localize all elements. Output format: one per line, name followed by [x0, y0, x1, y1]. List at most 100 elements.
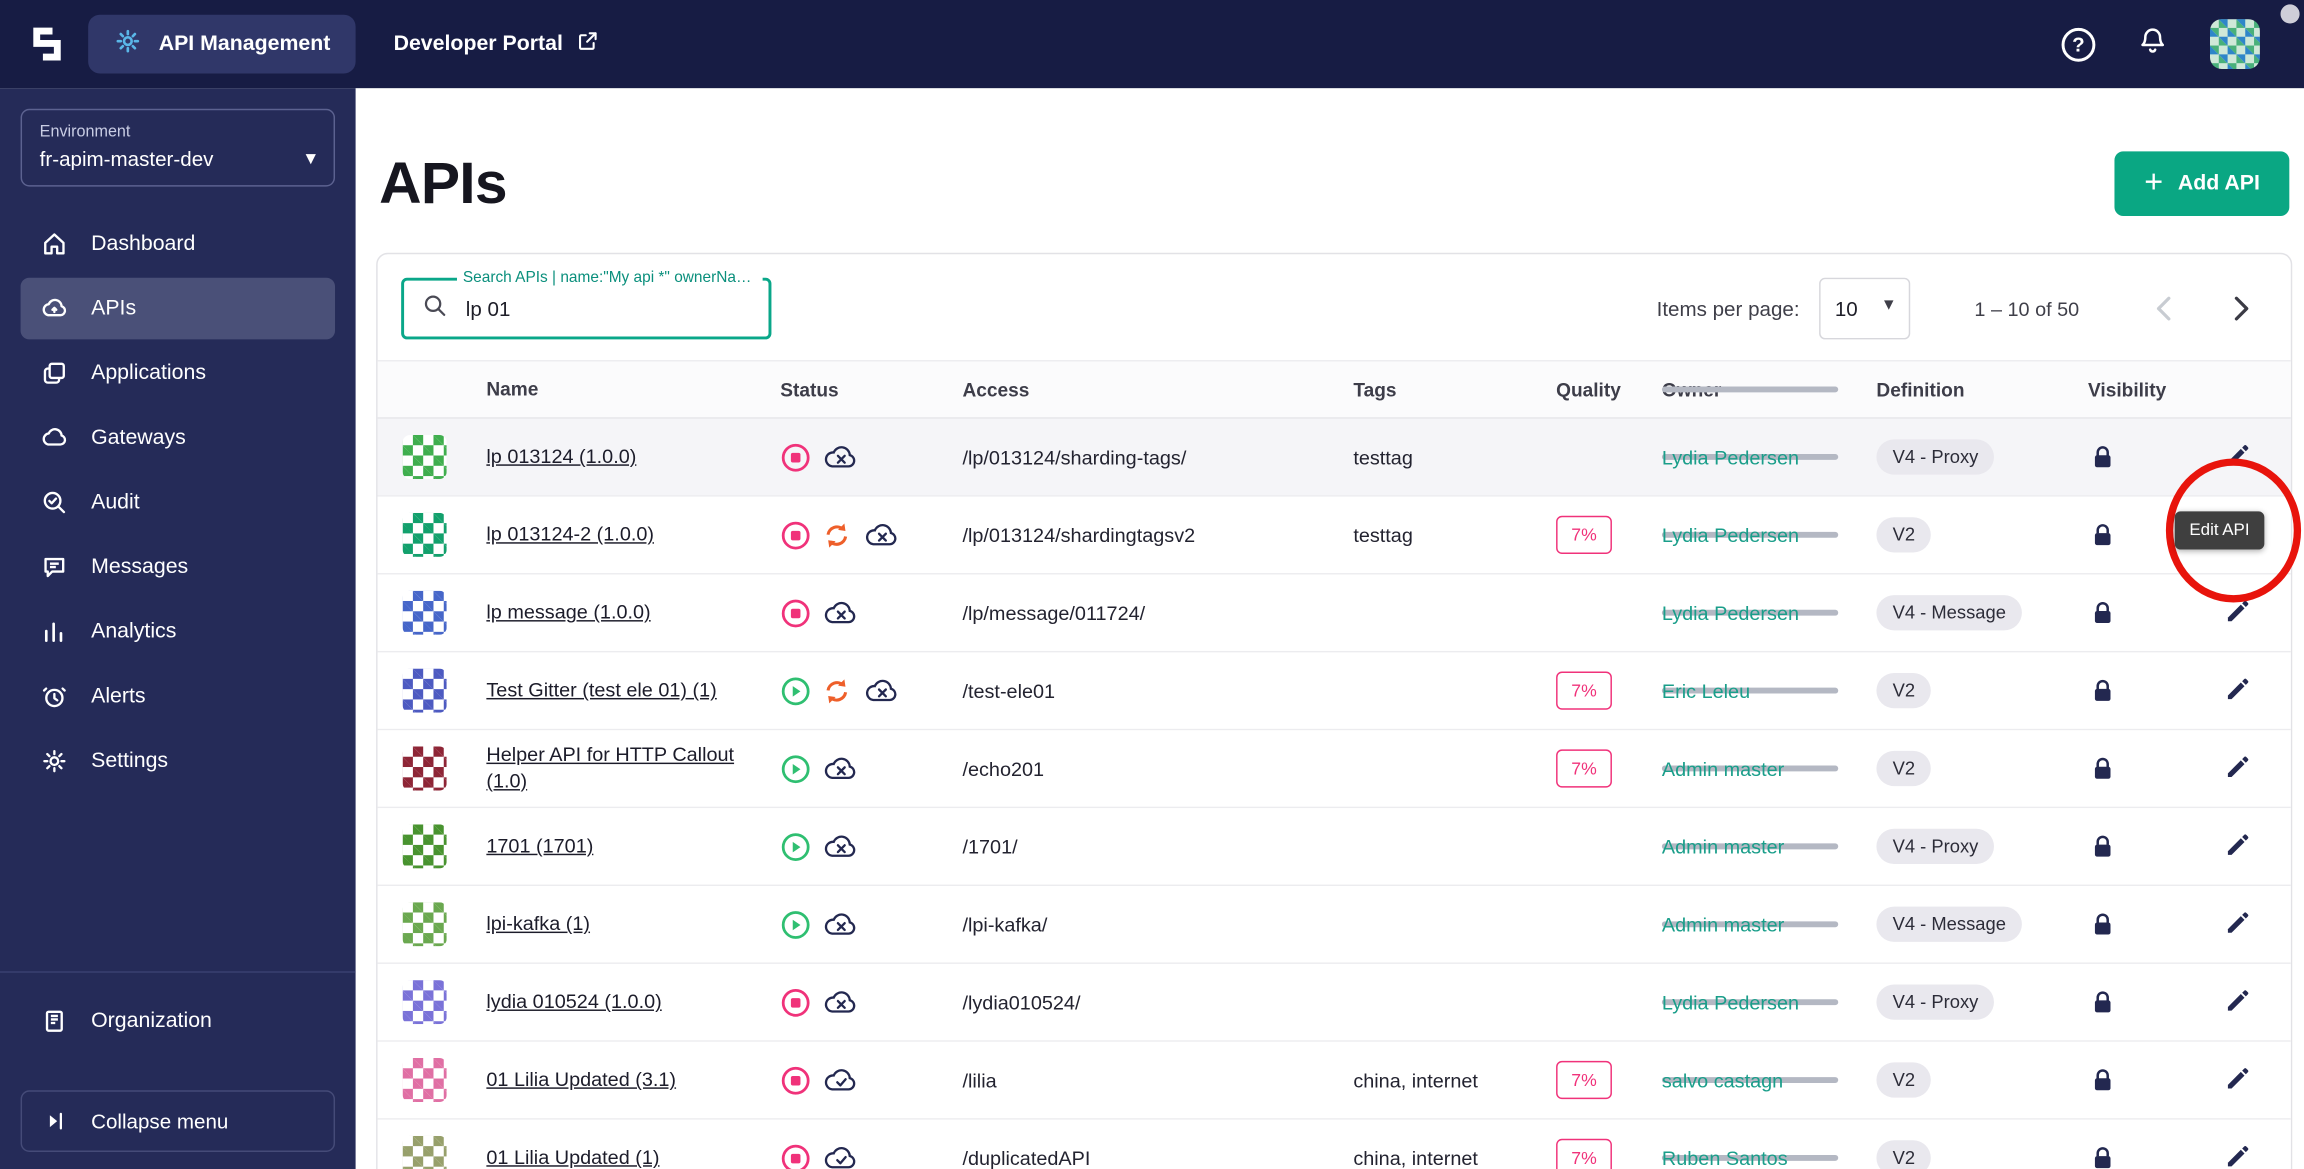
api-tags: china, internet	[1353, 1146, 1478, 1169]
api-table: Name Status Access Tags Quality Owner De…	[377, 360, 2291, 1169]
sidebar-item-apis[interactable]: APIs	[20, 277, 336, 340]
search-field-label: Search APIs | name:"My api *" ownerName.…	[456, 268, 763, 287]
api-name-link[interactable]: 1701 (1701)	[486, 835, 593, 857]
api-avatar	[402, 980, 447, 1025]
edit-api-button[interactable]	[2210, 429, 2266, 485]
edit-api-button[interactable]	[2210, 974, 2266, 1030]
next-page-button[interactable]	[2223, 291, 2258, 326]
started-icon	[780, 909, 811, 940]
cloud-x-icon	[821, 442, 861, 473]
status-icons	[774, 753, 956, 784]
sidebar-item-applications[interactable]: Applications	[21, 342, 335, 404]
cloud-x-icon	[821, 753, 861, 784]
plus-icon: +	[2144, 163, 2164, 200]
sidebar: Environment fr-apim-master-dev ▾ Dashboa…	[0, 88, 356, 1169]
pencil-icon	[2223, 674, 2252, 708]
gravitee-logo-icon	[26, 24, 67, 65]
developer-portal-link[interactable]: Developer Portal	[394, 29, 600, 58]
edit-api-button[interactable]	[2210, 663, 2266, 719]
alarm-clock-icon	[38, 682, 70, 711]
api-name-link[interactable]: lydia 010524 (1.0.0)	[486, 991, 661, 1013]
lock-icon	[2088, 1065, 2194, 1094]
stopped-icon	[780, 1142, 811, 1169]
bell-icon[interactable]	[2137, 24, 2169, 64]
definition-chip: V2	[1876, 1062, 1932, 1098]
api-name-link[interactable]: lp message (1.0.0)	[486, 601, 650, 623]
pencil-icon	[2223, 596, 2252, 630]
sidebar-item-label: Applications	[91, 361, 206, 385]
api-avatar	[402, 590, 447, 635]
search-input[interactable]	[462, 295, 719, 322]
edit-api-button[interactable]	[2210, 818, 2266, 874]
api-owner: Eric Leleu	[1661, 679, 1751, 702]
edit-api-button[interactable]	[2210, 896, 2266, 952]
search-field[interactable]: Search APIs | name:"My api *" ownerName.…	[401, 268, 772, 340]
api-access-path: /lp/013124/sharding-tags/	[962, 445, 1187, 469]
sidebar-item-label: Organization	[91, 1009, 212, 1033]
previous-page-button[interactable]	[2147, 291, 2182, 326]
sidebar-item-audit[interactable]: Audit	[21, 472, 335, 534]
help-icon[interactable]: ?	[2061, 27, 2096, 61]
add-api-button[interactable]: + Add API	[2114, 151, 2290, 217]
pencil-icon	[2223, 1063, 2252, 1097]
edit-api-button[interactable]	[2210, 741, 2266, 797]
api-access-path: /echo201	[962, 757, 1045, 780]
cloud-x-icon	[821, 597, 861, 628]
sidebar-item-messages[interactable]: Messages	[21, 536, 335, 598]
api-tags: china, internet	[1353, 1068, 1478, 1092]
table-row: Helper API for HTTP Callout (1.0) /echo2…	[377, 730, 2291, 809]
organization-icon	[38, 1007, 70, 1036]
api-name-link[interactable]: lp 013124-2 (1.0.0)	[486, 523, 654, 545]
definition-chip: V4 - Proxy	[1876, 439, 1995, 475]
definition-chip: V2	[1876, 1140, 1932, 1169]
api-owner: Admin master	[1661, 757, 1785, 780]
api-name-link[interactable]: Test Gitter (test ele 01) (1)	[486, 679, 716, 701]
table-row: lpi-kafka (1) /lpi-kafka/ Admin master V…	[377, 886, 2291, 964]
cloud-x-icon	[863, 519, 903, 550]
user-avatar[interactable]	[2209, 19, 2260, 70]
api-name-link[interactable]: 01 Lilia Updated (3.1)	[486, 1069, 676, 1091]
col-visibility: Visibility	[2088, 378, 2167, 401]
lock-icon	[2088, 442, 2194, 471]
status-icons	[774, 987, 956, 1018]
app-window: API Management Developer Portal ? Enviro…	[0, 0, 2304, 1169]
api-management-nav[interactable]: API Management	[88, 14, 356, 74]
edit-api-button[interactable]	[2210, 585, 2266, 641]
status-icons	[774, 675, 956, 706]
api-avatar	[402, 434, 447, 480]
collapse-menu-button[interactable]: Collapse menu	[20, 1090, 336, 1153]
api-avatar	[402, 1135, 447, 1169]
sidebar-item-dashboard[interactable]: Dashboard	[21, 213, 335, 275]
api-owner: Admin master	[1661, 913, 1785, 936]
collapse-menu-label: Collapse menu	[91, 1109, 229, 1133]
sidebar-item-analytics[interactable]: Analytics	[21, 601, 335, 663]
api-name-link[interactable]: lpi-kafka (1)	[486, 913, 590, 935]
sidebar-item-gateways[interactable]: Gateways	[21, 407, 335, 469]
sidebar-item-alerts[interactable]: Alerts	[21, 666, 335, 728]
api-owner: Lydia Pedersen	[1661, 523, 1800, 546]
corner-dot	[2280, 4, 2300, 24]
pencil-icon	[2223, 752, 2252, 786]
edit-api-button[interactable]	[2210, 1130, 2266, 1169]
pencil-icon	[2223, 907, 2252, 941]
api-owner: salvo castagn	[1661, 1068, 1784, 1092]
definition-chip: V2	[1876, 517, 1932, 553]
status-icons	[774, 909, 956, 940]
api-avatar	[402, 512, 447, 557]
sidebar-item-settings[interactable]: Settings	[21, 730, 335, 792]
items-per-page-select[interactable]: 10 ▾	[1818, 277, 1910, 340]
edit-api-button[interactable]	[2210, 1052, 2266, 1108]
table-header: Name Status Access Tags Quality Owner De…	[377, 360, 2291, 419]
api-tags: testtag	[1353, 523, 1413, 546]
audit-icon	[38, 488, 70, 517]
sidebar-item-organization[interactable]: Organization	[21, 990, 335, 1052]
api-name-link[interactable]: lp 013124 (1.0.0)	[486, 446, 636, 468]
stopped-icon	[780, 597, 811, 628]
environment-selector[interactable]: Environment fr-apim-master-dev ▾	[20, 108, 336, 187]
api-name-link[interactable]: 01 Lilia Updated (1)	[486, 1146, 659, 1168]
table-row: Test Gitter (test ele 01) (1) /test-ele0…	[377, 652, 2291, 731]
page-title: APIs	[379, 151, 507, 217]
api-name-link[interactable]: Helper API for HTTP Callout (1.0)	[486, 744, 734, 792]
definition-chip: V4 - Message	[1876, 906, 2023, 942]
stopped-icon	[780, 1065, 811, 1096]
